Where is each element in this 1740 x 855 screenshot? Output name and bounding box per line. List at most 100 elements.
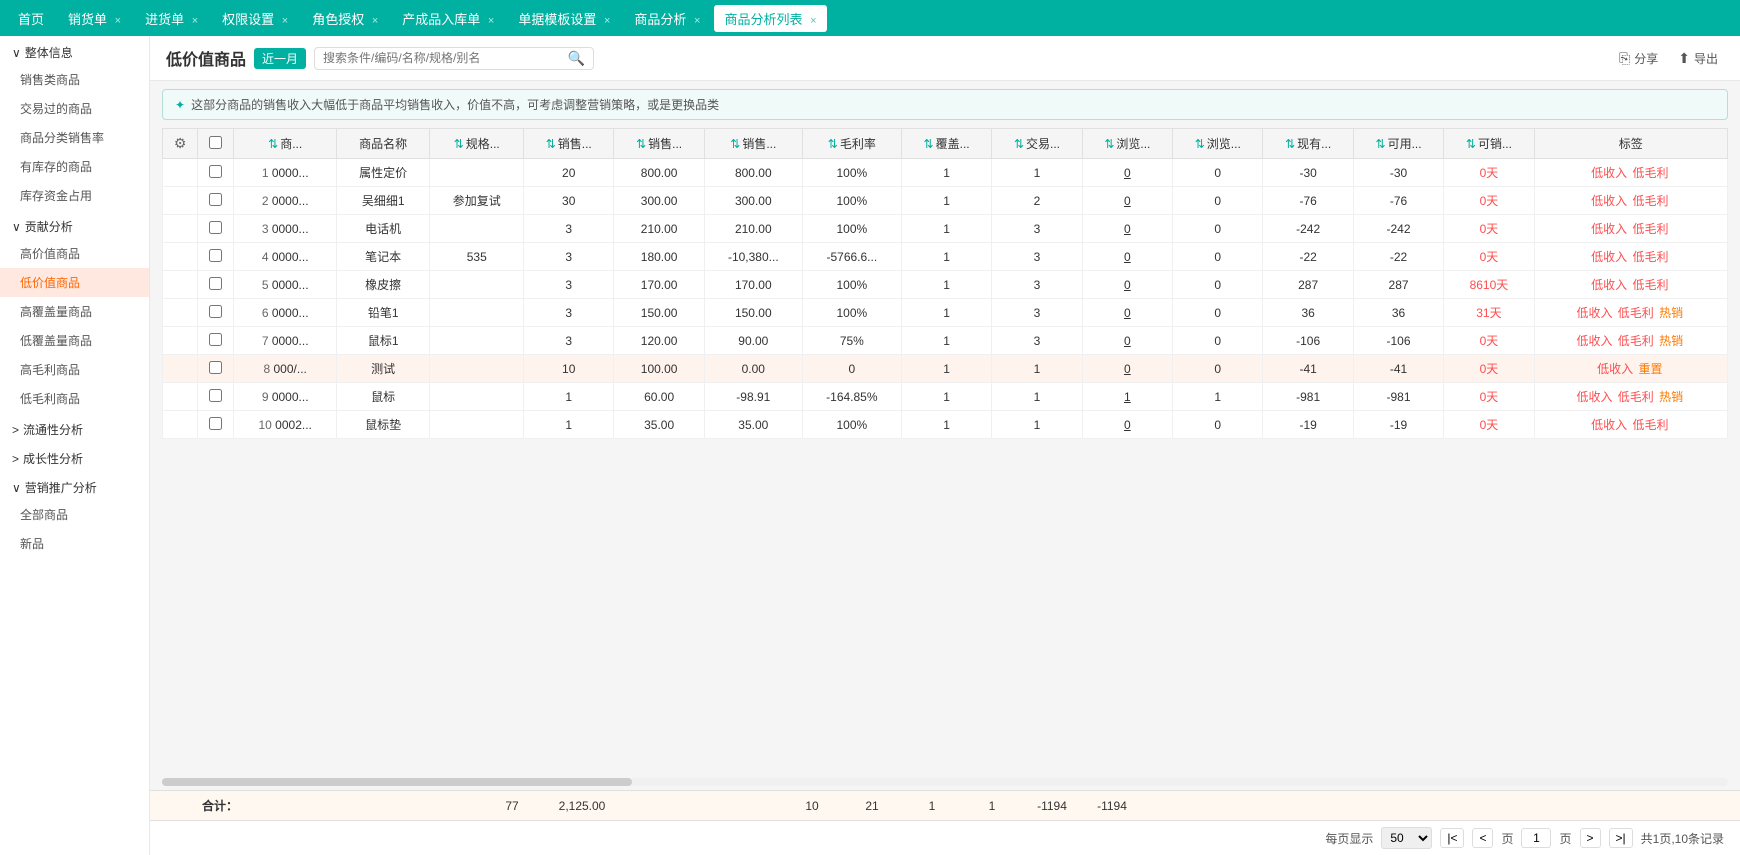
browse-link[interactable]: 0 <box>1124 194 1131 208</box>
row-checkbox[interactable] <box>209 361 222 374</box>
sidebar-section-overall[interactable]: ∨ 整体信息 <box>0 36 149 65</box>
cell-check[interactable] <box>198 355 234 383</box>
browse-link[interactable]: 0 <box>1124 362 1131 376</box>
nav-template[interactable]: 单据模板设置 × <box>508 5 620 32</box>
filter-tag-recent-month[interactable]: 近一月 <box>254 48 306 69</box>
nav-sales-order[interactable]: 销货单 × <box>58 5 131 32</box>
close-sales-order-icon[interactable]: × <box>115 15 121 27</box>
col-sellable-header[interactable]: ⇅可销... <box>1444 129 1534 159</box>
row-checkbox[interactable] <box>209 249 222 262</box>
browse-link[interactable]: 0 <box>1124 334 1131 348</box>
sidebar-item-high-margin[interactable]: 高毛利商品 <box>0 355 149 384</box>
cell-col7[interactable]: 0 <box>1082 187 1172 215</box>
sidebar-item-low-value[interactable]: 低价值商品 <box>0 268 149 297</box>
col-name-header[interactable]: 商品名称 <box>336 129 430 159</box>
search-box[interactable]: 🔍 <box>314 47 594 70</box>
first-page-button[interactable]: |< <box>1440 828 1464 848</box>
sidebar-section-marketing[interactable]: ∨ 营销推广分析 <box>0 471 149 500</box>
col-check-all[interactable] <box>198 129 234 159</box>
sidebar-item-high-coverage[interactable]: 高覆盖量商品 <box>0 297 149 326</box>
col-sales3-header[interactable]: ⇅销售... <box>704 129 802 159</box>
nav-role-auth[interactable]: 角色授权 × <box>302 5 388 32</box>
sidebar-item-stock-fund[interactable]: 库存资金占用 <box>0 181 149 210</box>
cell-col7[interactable]: 0 <box>1082 243 1172 271</box>
cell-col7[interactable]: 0 <box>1082 159 1172 187</box>
col-code-header[interactable]: ⇅商... <box>234 129 336 159</box>
close-analysis-icon[interactable]: × <box>694 15 700 27</box>
sidebar-section-liquidity[interactable]: > 流通性分析 <box>0 413 149 442</box>
cell-check[interactable] <box>198 187 234 215</box>
check-all-checkbox[interactable] <box>209 136 222 149</box>
sidebar-item-low-margin[interactable]: 低毛利商品 <box>0 384 149 413</box>
sidebar-item-high-value[interactable]: 高价值商品 <box>0 239 149 268</box>
close-purchase-icon[interactable]: × <box>192 15 198 27</box>
next-page-button[interactable]: > <box>1580 828 1601 848</box>
col-coverage-header[interactable]: ⇅覆盖... <box>901 129 991 159</box>
scroll-track[interactable] <box>162 778 1728 786</box>
prev-page-button[interactable]: < <box>1472 828 1493 848</box>
sidebar-item-low-coverage[interactable]: 低覆盖量商品 <box>0 326 149 355</box>
col-available-header[interactable]: ⇅可用... <box>1353 129 1443 159</box>
close-analysis-list-icon[interactable]: × <box>810 15 816 27</box>
row-checkbox[interactable] <box>209 277 222 290</box>
scroll-thumb[interactable] <box>162 778 632 786</box>
cell-check[interactable] <box>198 327 234 355</box>
col-margin-header[interactable]: ⇅毛利率 <box>802 129 901 159</box>
cell-check[interactable] <box>198 271 234 299</box>
close-role-icon[interactable]: × <box>372 15 378 27</box>
col-browse2-header[interactable]: ⇅浏览... <box>1173 129 1263 159</box>
browse-link[interactable]: 0 <box>1124 250 1131 264</box>
nav-home[interactable]: 首页 <box>8 5 54 32</box>
sidebar-item-new-goods[interactable]: 新品 <box>0 529 149 558</box>
cell-check[interactable] <box>198 299 234 327</box>
browse-link[interactable]: 0 <box>1124 306 1131 320</box>
col-trade-header[interactable]: ⇅交易... <box>992 129 1082 159</box>
cell-col7[interactable]: 0 <box>1082 411 1172 439</box>
row-checkbox[interactable] <box>209 389 222 402</box>
last-page-button[interactable]: >| <box>1609 828 1633 848</box>
row-checkbox[interactable] <box>209 417 222 430</box>
browse-link[interactable]: 0 <box>1124 222 1131 236</box>
close-template-icon[interactable]: × <box>604 15 610 27</box>
sidebar-item-category-rate[interactable]: 商品分类销售率 <box>0 123 149 152</box>
sidebar-section-contribution[interactable]: ∨ 贡献分析 <box>0 210 149 239</box>
col-sales2-header[interactable]: ⇅销售... <box>614 129 704 159</box>
cell-col7[interactable]: 0 <box>1082 299 1172 327</box>
cell-col7[interactable]: 0 <box>1082 215 1172 243</box>
close-stock-icon[interactable]: × <box>488 15 494 27</box>
cell-check[interactable] <box>198 215 234 243</box>
nav-purchase-order[interactable]: 进货单 × <box>135 5 208 32</box>
row-checkbox[interactable] <box>209 165 222 178</box>
browse-link[interactable]: 0 <box>1124 166 1131 180</box>
cell-col7[interactable]: 0 <box>1082 355 1172 383</box>
nav-product-analysis[interactable]: 商品分析 × <box>624 5 710 32</box>
cell-check[interactable] <box>198 159 234 187</box>
browse-link[interactable]: 0 <box>1124 278 1131 292</box>
row-checkbox[interactable] <box>209 193 222 206</box>
sidebar-item-all-goods[interactable]: 全部商品 <box>0 500 149 529</box>
nav-permission[interactable]: 权限设置 × <box>212 5 298 32</box>
search-input[interactable] <box>323 51 564 65</box>
share-button[interactable]: ⎘ 分享 <box>1613 48 1664 69</box>
row-checkbox[interactable] <box>209 305 222 318</box>
export-button[interactable]: ⬆ 导出 <box>1672 48 1724 69</box>
browse-link[interactable]: 0 <box>1124 418 1131 432</box>
sidebar-item-stock-goods[interactable]: 有库存的商品 <box>0 152 149 181</box>
sidebar-item-traded-goods[interactable]: 交易过的商品 <box>0 94 149 123</box>
per-page-select[interactable]: 50 100 200 <box>1381 827 1432 849</box>
page-number-input[interactable] <box>1521 828 1551 848</box>
cell-check[interactable] <box>198 243 234 271</box>
col-spec-header[interactable]: ⇅规格... <box>430 129 524 159</box>
nav-product-analysis-list[interactable]: 商品分析列表 × <box>714 5 826 32</box>
col-gear[interactable]: ⚙ <box>163 129 198 159</box>
row-checkbox[interactable] <box>209 333 222 346</box>
col-current-stock-header[interactable]: ⇅现有... <box>1263 129 1353 159</box>
col-browse1-header[interactable]: ⇅浏览... <box>1082 129 1172 159</box>
cell-check[interactable] <box>198 411 234 439</box>
cell-check[interactable] <box>198 383 234 411</box>
col-sales1-header[interactable]: ⇅销售... <box>524 129 614 159</box>
cell-col7[interactable]: 0 <box>1082 327 1172 355</box>
cell-col7[interactable]: 0 <box>1082 271 1172 299</box>
search-icon[interactable]: 🔍 <box>568 50 585 67</box>
browse-link[interactable]: 1 <box>1124 390 1131 404</box>
